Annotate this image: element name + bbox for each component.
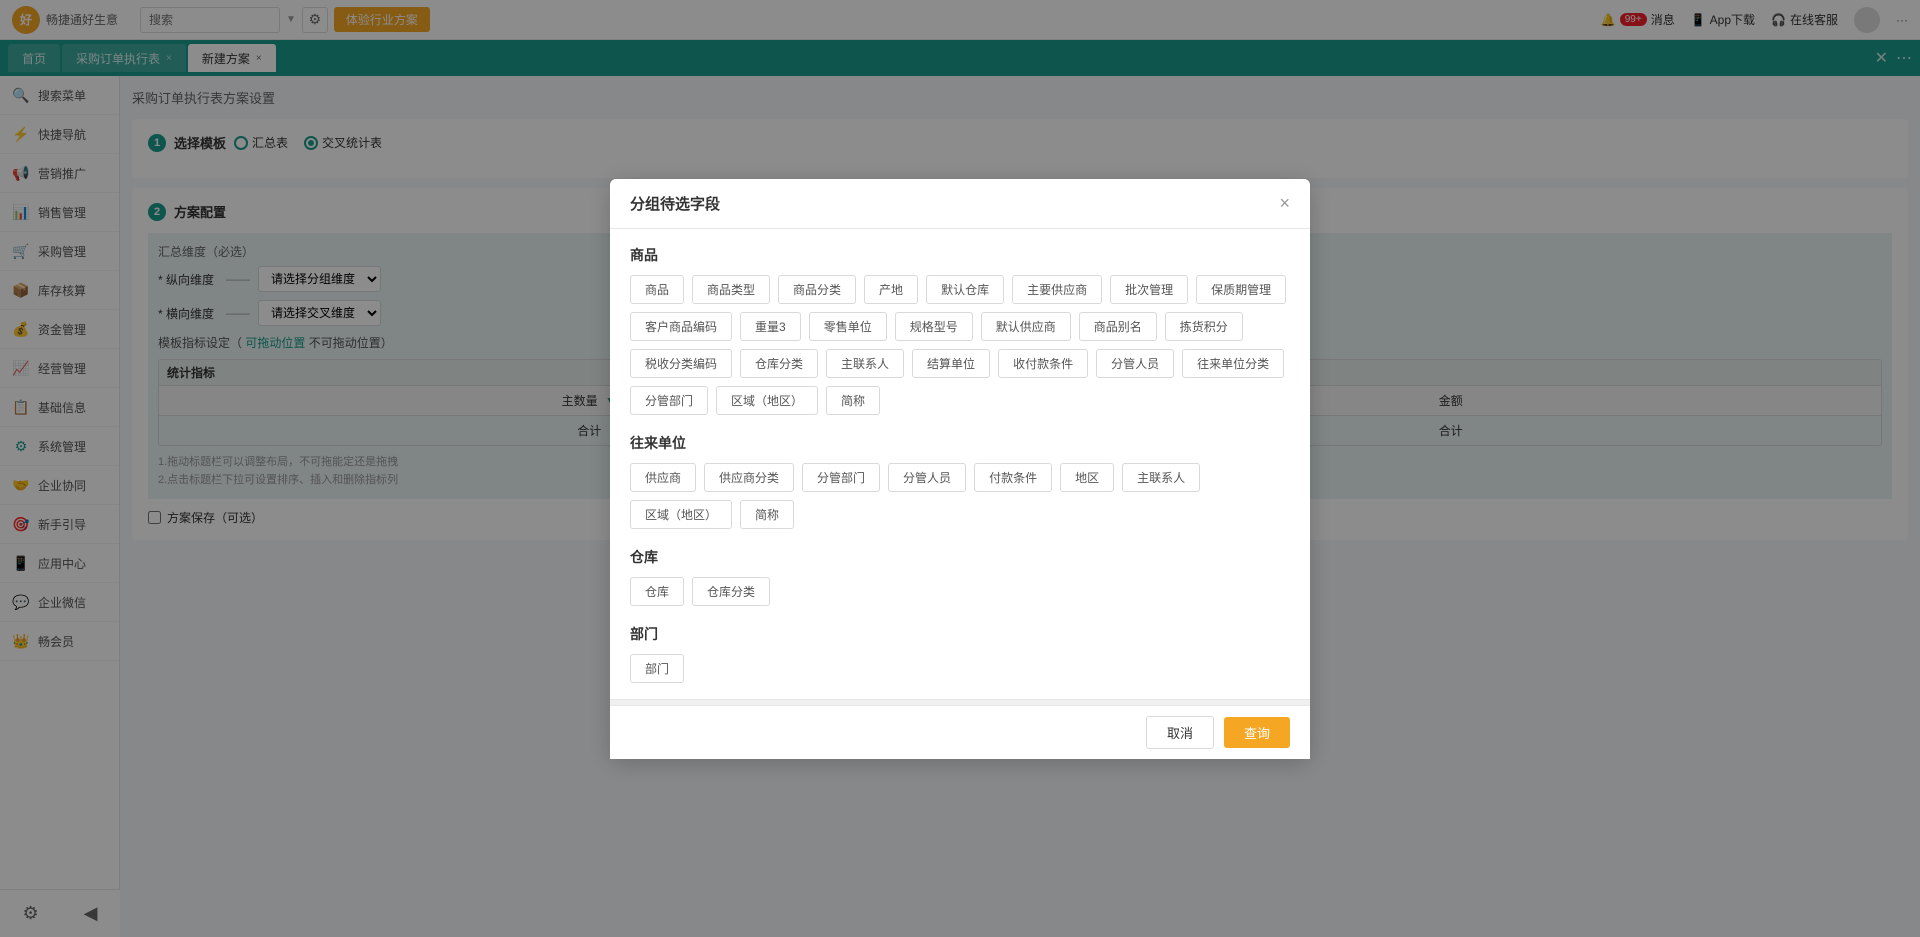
field-tag-0-20[interactable]: 分管人员 <box>1096 349 1174 378</box>
field-tag-0-1[interactable]: 商品类型 <box>692 275 770 304</box>
modal-title: 分组待选字段 <box>630 193 720 214</box>
field-tag-0-2[interactable]: 商品分类 <box>778 275 856 304</box>
field-tag-1-4[interactable]: 付款条件 <box>974 463 1052 492</box>
field-tag-2-0[interactable]: 仓库 <box>630 577 684 606</box>
field-tag-0-19[interactable]: 收付款条件 <box>998 349 1088 378</box>
field-group-title-2: 仓库 <box>630 547 1290 567</box>
field-tag-0-5[interactable]: 主要供应商 <box>1012 275 1102 304</box>
field-tag-2-1[interactable]: 仓库分类 <box>692 577 770 606</box>
modal-cancel-btn[interactable]: 取消 <box>1146 716 1214 749</box>
field-tag-0-7[interactable]: 保质期管理 <box>1196 275 1286 304</box>
field-group-title-3: 部门 <box>630 624 1290 644</box>
field-tag-0-9[interactable]: 重量3 <box>740 312 801 341</box>
modal-body: 商品商品商品类型商品分类产地默认仓库主要供应商批次管理保质期管理客户商品编码重量… <box>610 229 1310 699</box>
field-tag-1-5[interactable]: 地区 <box>1060 463 1114 492</box>
field-group-3: 部门部门 <box>630 624 1290 683</box>
field-group-1: 往来单位供应商供应商分类分管部门分管人员付款条件地区主联系人区域（地区） 简称 <box>630 433 1290 529</box>
modal-confirm-btn[interactable]: 查询 <box>1224 717 1290 748</box>
field-tag-0-6[interactable]: 批次管理 <box>1110 275 1188 304</box>
field-tag-0-14[interactable]: 拣货积分 <box>1165 312 1243 341</box>
field-tags-3: 部门 <box>630 654 1290 683</box>
field-tags-2: 仓库仓库分类 <box>630 577 1290 606</box>
field-tag-1-0[interactable]: 供应商 <box>630 463 696 492</box>
field-group-0: 商品商品商品类型商品分类产地默认仓库主要供应商批次管理保质期管理客户商品编码重量… <box>630 245 1290 415</box>
field-tag-0-21[interactable]: 往来单位分类 <box>1182 349 1284 378</box>
field-tags-0: 商品商品类型商品分类产地默认仓库主要供应商批次管理保质期管理客户商品编码重量3 零… <box>630 275 1290 415</box>
field-tag-0-23[interactable]: 区域（地区） <box>716 386 818 415</box>
field-group-2: 仓库仓库仓库分类 <box>630 547 1290 606</box>
modal: 分组待选字段 × 商品商品商品类型商品分类产地默认仓库主要供应商批次管理保质期管… <box>610 179 1310 759</box>
field-tag-0-4[interactable]: 默认仓库 <box>926 275 1004 304</box>
field-tag-1-3[interactable]: 分管人员 <box>888 463 966 492</box>
modal-footer: 取消 查询 <box>610 705 1310 759</box>
field-tag-1-8[interactable]: 简称 <box>740 500 794 529</box>
field-tag-0-16[interactable]: 仓库分类 <box>740 349 818 378</box>
field-tag-1-7[interactable]: 区域（地区） <box>630 500 732 529</box>
field-tag-0-18[interactable]: 结算单位 <box>912 349 990 378</box>
field-tag-0-24[interactable]: 简称 <box>826 386 880 415</box>
field-tag-0-11[interactable]: 规格型号 <box>895 312 973 341</box>
field-group-title-1: 往来单位 <box>630 433 1290 453</box>
field-tag-0-0[interactable]: 商品 <box>630 275 684 304</box>
field-tags-1: 供应商供应商分类分管部门分管人员付款条件地区主联系人区域（地区） 简称 <box>630 463 1290 529</box>
field-tag-0-12[interactable]: 默认供应商 <box>981 312 1071 341</box>
field-tag-0-15[interactable]: 税收分类编码 <box>630 349 732 378</box>
field-tag-0-22[interactable]: 分管部门 <box>630 386 708 415</box>
field-tag-0-3[interactable]: 产地 <box>864 275 918 304</box>
field-tag-1-2[interactable]: 分管部门 <box>802 463 880 492</box>
field-tag-0-8[interactable]: 客户商品编码 <box>630 312 732 341</box>
field-tag-3-0[interactable]: 部门 <box>630 654 684 683</box>
modal-overlay: 分组待选字段 × 商品商品商品类型商品分类产地默认仓库主要供应商批次管理保质期管… <box>0 0 1920 937</box>
field-tag-0-17[interactable]: 主联系人 <box>826 349 904 378</box>
field-tag-0-13[interactable]: 商品别名 <box>1079 312 1157 341</box>
field-tag-1-1[interactable]: 供应商分类 <box>704 463 794 492</box>
field-tag-0-10[interactable]: 零售单位 <box>809 312 887 341</box>
modal-close-btn[interactable]: × <box>1279 193 1290 214</box>
modal-header: 分组待选字段 × <box>610 179 1310 229</box>
field-group-title-0: 商品 <box>630 245 1290 265</box>
field-tag-1-6[interactable]: 主联系人 <box>1122 463 1200 492</box>
